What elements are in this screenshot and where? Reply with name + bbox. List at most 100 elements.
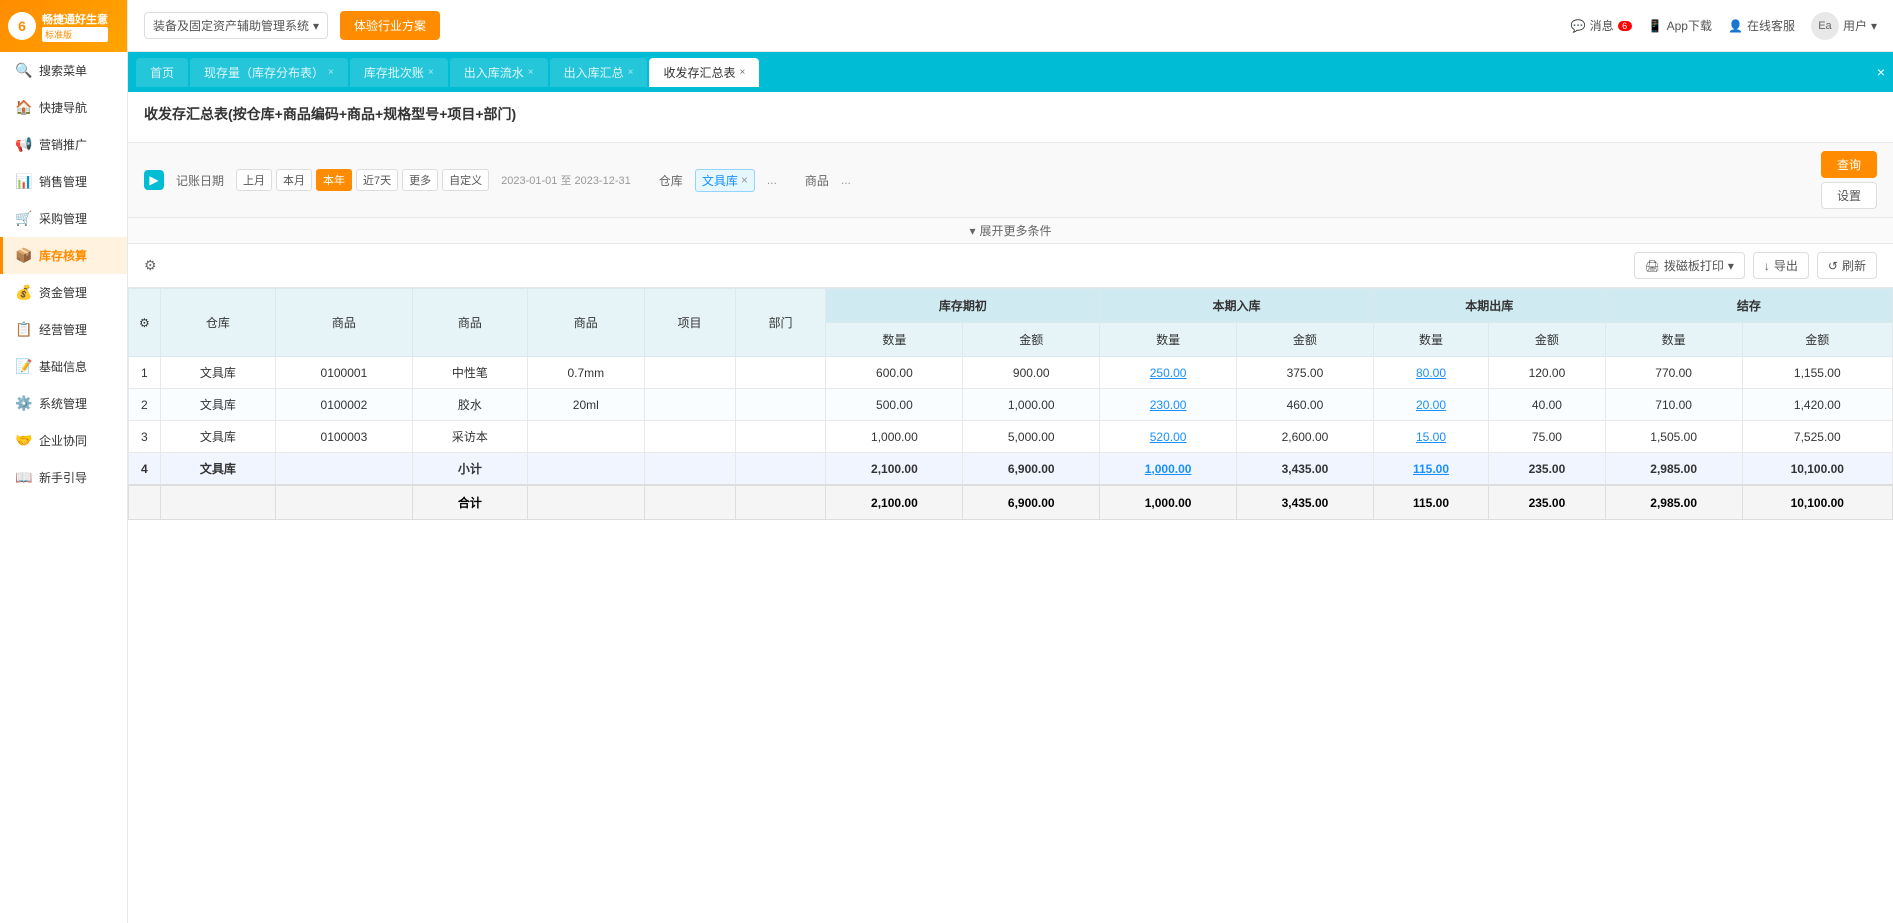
user-avatar: Ea <box>1811 12 1839 40</box>
tab-label-inout-summary: 出入库汇总 <box>564 64 624 81</box>
online-service-action[interactable]: 👤 在线客服 <box>1728 17 1795 34</box>
gear-icon[interactable]: ⚙ <box>144 257 157 274</box>
refresh-icon: ↺ <box>1828 259 1838 273</box>
tab-close-inout-summary[interactable]: × <box>628 67 634 78</box>
table-footer: 合计 2,100.00 6,900.00 1,000.00 3,435.00 1… <box>129 485 1893 520</box>
date-filter-btn-本年[interactable]: 本年 <box>316 169 352 191</box>
sidebar-item-system[interactable]: ⚙️系统管理 <box>0 385 127 422</box>
tab-inout-flow[interactable]: 出入库流水× <box>450 58 548 87</box>
sidebar-label-basic: 基础信息 <box>39 358 87 375</box>
main-area: 装备及固定资产辅助管理系统 ▾ 体验行业方案 💬 消息 6 📱 App下载 👤 … <box>128 0 1893 923</box>
goods-label: 商品 <box>805 172 829 189</box>
sidebar-item-operation[interactable]: 📋经营管理 <box>0 311 127 348</box>
date-label: 记账日期 <box>176 172 224 189</box>
sidebar-label-search: 搜索菜单 <box>39 62 87 79</box>
col-group-bal: 结存 <box>1605 289 1892 323</box>
user-action[interactable]: Ea 用户 ▾ <box>1811 12 1877 40</box>
sidebar-label-guide: 新手引导 <box>39 469 87 486</box>
tab-label-recv-send-summary: 收发存汇总表 <box>663 64 735 81</box>
expand-label: 展开更多条件 <box>980 222 1052 239</box>
data-table-wrapper: ⚙ 仓库 商品 商品 商品 项目 部门 库存期初 本期入库 本期出库 结存 数量 <box>128 288 1893 923</box>
sidebar-label-sales: 销售管理 <box>39 173 87 190</box>
out-qty-link[interactable]: 80.00 <box>1416 366 1446 380</box>
col-name: 商品 <box>412 289 527 357</box>
data-table: ⚙ 仓库 商品 商品 商品 项目 部门 库存期初 本期入库 本期出库 结存 数量 <box>128 288 1893 520</box>
sidebar: 6 畅捷通好生意 标准版 🔍搜索菜单🏠快捷导航📢营销推广📊销售管理🛒采购管理📦库… <box>0 0 128 923</box>
sub-out-qty: 数量 <box>1373 323 1488 357</box>
sidebar-item-basic[interactable]: 📝基础信息 <box>0 348 127 385</box>
sidebar-item-marketing[interactable]: 📢营销推广 <box>0 126 127 163</box>
set-button[interactable]: 设置 <box>1821 182 1877 209</box>
operation-icon: 📋 <box>15 321 31 338</box>
sidebar-item-quick-nav[interactable]: 🏠 快捷导航 <box>0 89 127 126</box>
sidebar-item-enterprise[interactable]: 🤝企业协同 <box>0 422 127 459</box>
in-qty-link[interactable]: 250.00 <box>1150 366 1187 380</box>
tab-batch[interactable]: 库存批次账× <box>350 58 448 87</box>
finance-icon: 💰 <box>15 284 31 301</box>
tab-close-batch[interactable]: × <box>428 67 434 78</box>
sidebar-item-search[interactable]: 🔍搜索菜单 <box>0 52 127 89</box>
subtotal-row: 4 文具库 小计 2,100.00 6,900.00 1,000.00 3,43… <box>129 453 1893 486</box>
expand-conditions-bar[interactable]: ▾ 展开更多条件 <box>128 218 1893 244</box>
service-icon: 👤 <box>1728 19 1743 33</box>
system-select[interactable]: 装备及固定资产辅助管理系统 ▾ <box>144 12 328 39</box>
table-row: 1 文具库 0100001 中性笔 0.7mm 600.00 900.00 25… <box>129 357 1893 389</box>
query-button[interactable]: 查询 <box>1821 151 1877 178</box>
sub-out-amt: 金额 <box>1489 323 1606 357</box>
filter-toggle-button[interactable]: ▶ <box>144 170 164 190</box>
export-button[interactable]: ↓ 导出 <box>1753 252 1809 279</box>
in-qty-link[interactable]: 230.00 <box>1150 398 1187 412</box>
date-filter-btn-本月[interactable]: 本月 <box>276 169 312 191</box>
sidebar-item-purchase[interactable]: 🛒采购管理 <box>0 200 127 237</box>
warehouse-tag[interactable]: 文具库 × <box>695 169 755 192</box>
sidebar-label-finance: 资金管理 <box>39 284 87 301</box>
logo-text: 畅捷通好生意 标准版 <box>42 11 108 42</box>
tab-close-inout-flow[interactable]: × <box>528 67 534 78</box>
out-qty-link[interactable]: 20.00 <box>1416 398 1446 412</box>
filter-bar: ▶ 记账日期 上月本月本年近7天更多自定义 2023-01-01 至 2023-… <box>128 143 1893 218</box>
table-row: 2 文具库 0100002 胶水 20ml 500.00 1,000.00 23… <box>129 389 1893 421</box>
tab-label-home: 首页 <box>150 64 174 81</box>
sub-bal-qty: 数量 <box>1605 323 1742 357</box>
table-gear-header[interactable]: ⚙ <box>129 289 161 357</box>
enterprise-icon: 🤝 <box>15 432 31 449</box>
goods-more-btn[interactable]: ... <box>841 173 851 187</box>
purchase-icon: 🛒 <box>15 210 31 227</box>
sidebar-label-quick-nav: 快捷导航 <box>39 99 87 116</box>
sub-out-qty-link[interactable]: 115.00 <box>1413 462 1449 476</box>
sidebar-item-finance[interactable]: 💰 资金管理 <box>0 274 127 311</box>
date-filter-btn-更多[interactable]: 更多 <box>402 169 438 191</box>
tab-inout-summary[interactable]: 出入库汇总 × <box>550 58 648 87</box>
quick-nav-icon: 🏠 <box>15 99 31 116</box>
export-icon: ↓ <box>1764 259 1770 273</box>
stock-icon: 📦 <box>15 247 31 264</box>
date-filter-btn-上月[interactable]: 上月 <box>236 169 272 191</box>
message-action[interactable]: 💬 消息 6 <box>1571 17 1632 34</box>
app-download-action[interactable]: 📱 App下载 <box>1648 17 1712 34</box>
sub-in-amt: 金额 <box>1237 323 1374 357</box>
tab-home[interactable]: 首页 <box>136 58 188 87</box>
warehouse-tag-close[interactable]: × <box>741 173 748 187</box>
content-area: 收发存汇总表(按仓库+商品编码+商品+规格型号+项目+部门) ▶ 记账日期 上月… <box>128 92 1893 923</box>
sub-in-qty-link[interactable]: 1,000.00 <box>1145 462 1192 476</box>
tab-stock-dist[interactable]: 现存量（库存分布表）× <box>190 58 348 87</box>
date-filter-btn-自定义[interactable]: 自定义 <box>442 169 489 191</box>
refresh-button[interactable]: ↺ 刷新 <box>1817 252 1877 279</box>
page-header: 收发存汇总表(按仓库+商品编码+商品+规格型号+项目+部门) <box>128 92 1893 143</box>
warehouse-more-btn[interactable]: ... <box>767 173 777 187</box>
col-group-in: 本期入库 <box>1100 289 1374 323</box>
sidebar-item-guide[interactable]: 📖新手引导 <box>0 459 127 496</box>
date-filter-btn-近7天[interactable]: 近7天 <box>356 169 398 191</box>
trial-button[interactable]: 体验行业方案 <box>340 11 440 40</box>
col-spec: 商品 <box>528 289 645 357</box>
in-qty-link[interactable]: 520.00 <box>1150 430 1187 444</box>
out-qty-link[interactable]: 15.00 <box>1416 430 1446 444</box>
tab-recv-send-summary[interactable]: 收发存汇总表 × <box>649 58 759 87</box>
tab-close-recv-send-summary[interactable]: × <box>739 67 745 78</box>
close-all-tabs[interactable]: × <box>1877 64 1885 80</box>
tab-close-stock-dist[interactable]: × <box>328 67 334 78</box>
print-button[interactable]: 🖨 拨磁板打印 ▾ <box>1634 252 1745 279</box>
sidebar-item-stock[interactable]: 📦 库存核算 <box>0 237 127 274</box>
sidebar-label-stock: 库存核算 <box>39 247 87 264</box>
sidebar-item-sales[interactable]: 📊销售管理 <box>0 163 127 200</box>
